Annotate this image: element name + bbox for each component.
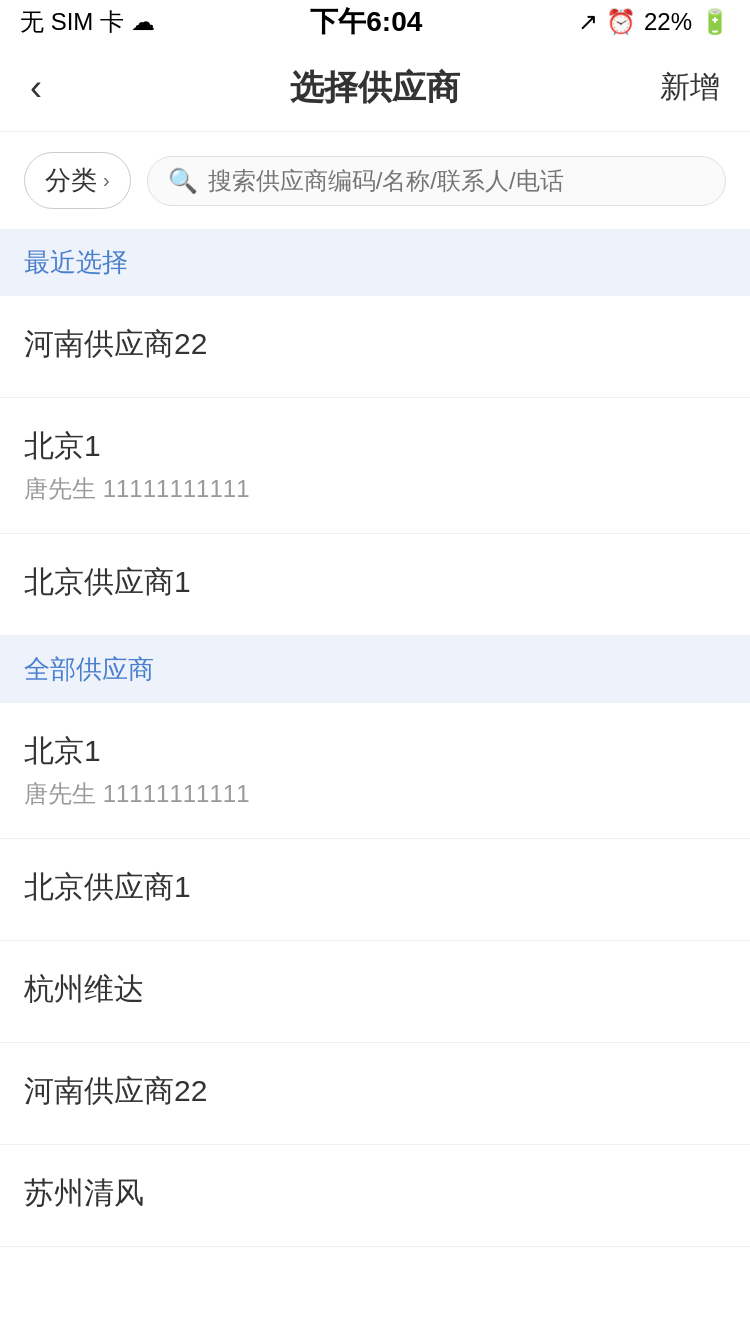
alarm-icon: ⏰ [606,8,636,36]
list-item-name: 北京1 [24,426,726,467]
status-bar: 无 SIM 卡 ☁ 下午6:04 ↗ ⏰ 22% 🔋 [0,0,750,44]
search-input[interactable] [208,167,705,195]
search-icon: 🔍 [168,167,198,195]
filter-row: 分类 › 🔍 [0,132,750,229]
recent-section-header: 最近选择 [0,229,750,296]
signal-text: 无 SIM 卡 ☁ [20,6,155,38]
nav-bar: ‹ 选择供应商 新增 [0,44,750,132]
list-item-name: 北京1 [24,731,726,772]
list-item-name: 北京供应商1 [24,562,726,603]
list-item[interactable]: 河南供应商22 [0,296,750,398]
list-item[interactable]: 北京供应商1 [0,534,750,636]
location-icon: ↗ [578,8,598,36]
page-title: 选择供应商 [290,65,460,111]
chevron-right-icon: › [103,169,110,192]
list-item[interactable]: 北京1 唐先生 11111111111 [0,703,750,839]
list-item-name: 杭州维达 [24,969,726,1010]
all-section-label: 全部供应商 [24,654,154,684]
all-section-header: 全部供应商 [0,636,750,703]
back-button[interactable]: ‹ [30,67,90,109]
list-item[interactable]: 苏州清风 [0,1145,750,1247]
search-bar[interactable]: 🔍 [147,156,726,206]
list-item-name: 北京供应商1 [24,867,726,908]
status-time: 下午6:04 [310,3,422,41]
status-left: 无 SIM 卡 ☁ [20,6,155,38]
list-item-sub: 唐先生 11111111111 [24,778,726,810]
status-right: ↗ ⏰ 22% 🔋 [578,8,730,36]
list-item[interactable]: 北京1 唐先生 11111111111 [0,398,750,534]
list-item[interactable]: 北京供应商1 [0,839,750,941]
add-button[interactable]: 新增 [660,67,720,108]
list-item-name: 河南供应商22 [24,1071,726,1112]
list-item-sub: 唐先生 11111111111 [24,473,726,505]
all-items-list: 北京1 唐先生 11111111111 北京供应商1 杭州维达河南供应商22 苏州清风 [0,703,750,1247]
recent-section-label: 最近选择 [24,247,128,277]
category-label: 分类 [45,163,97,198]
category-filter-button[interactable]: 分类 › [24,152,131,209]
list-item[interactable]: 河南供应商22 [0,1043,750,1145]
list-item-name: 河南供应商22 [24,324,726,365]
list-item-name: 苏州清风 [24,1173,726,1214]
list-item[interactable]: 杭州维达 [0,941,750,1043]
battery-icon: 🔋 [700,8,730,36]
recent-items-list: 河南供应商22 北京1 唐先生 11111111111 北京供应商1 [0,296,750,636]
battery-text: 22% [644,8,692,36]
